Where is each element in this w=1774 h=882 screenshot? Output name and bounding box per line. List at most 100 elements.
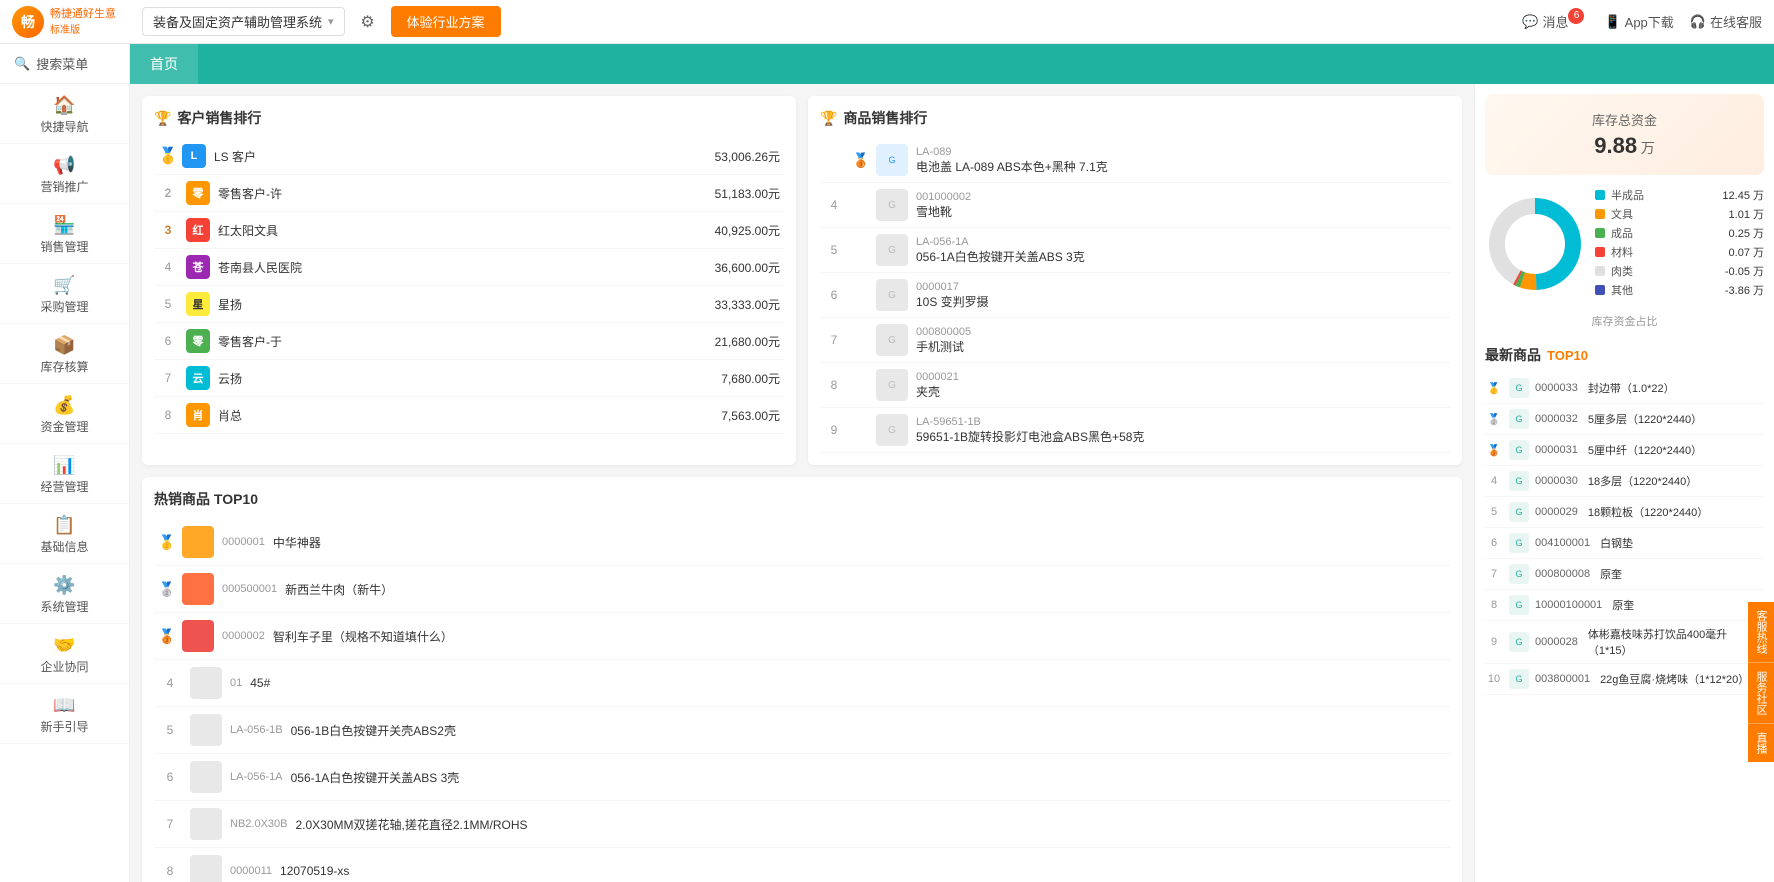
sidebar-item-base-info[interactable]: 📋 基础信息 bbox=[0, 504, 129, 564]
hot-products-title: 热销商品 TOP10 bbox=[154, 489, 1450, 509]
legend-value: 12.45 万 bbox=[1722, 187, 1764, 203]
legend-item: 肉类 -0.05 万 bbox=[1595, 263, 1764, 279]
inventory-total-amount: 9.88 bbox=[1594, 133, 1637, 158]
product-name: 雪地靴 bbox=[916, 203, 1446, 220]
rank-number: 2 bbox=[158, 186, 178, 200]
trial-button[interactable]: 体验行业方案 bbox=[391, 6, 501, 37]
list-item: 🥇 G 0000033 封边带（1.0*22） bbox=[1485, 373, 1764, 404]
table-row: 7 云 云扬 7,680.00元 bbox=[154, 360, 784, 397]
avatar: 肖 bbox=[186, 403, 210, 427]
dashboard: 🏆 客户销售排行 🥇 L LS 客户 53,006.26元 2 bbox=[130, 84, 1774, 882]
product-thumb: G bbox=[876, 234, 908, 266]
table-row: 8 肖 肖总 7,563.00元 bbox=[154, 397, 784, 434]
rank-number: 5 bbox=[824, 243, 844, 257]
product-name: 白钢垫 bbox=[1600, 535, 1633, 551]
product-thumb: G bbox=[1509, 595, 1529, 615]
sidebar-item-marketing[interactable]: 📢 营销推广 bbox=[0, 144, 129, 204]
message-button[interactable]: 💬 消息 6 bbox=[1522, 12, 1588, 31]
customer-service-button[interactable]: 🎧 在线客服 bbox=[1690, 12, 1762, 31]
product-thumb: G bbox=[876, 324, 908, 356]
product-thumb: G bbox=[1509, 632, 1529, 652]
sidebar-item-operations[interactable]: 📊 经营管理 bbox=[0, 444, 129, 504]
sidebar-item-cooperation[interactable]: 🤝 企业协同 bbox=[0, 624, 129, 684]
product-thumb: G bbox=[1509, 378, 1529, 398]
legend-value: 0.25 万 bbox=[1729, 225, 1764, 241]
system-selector[interactable]: 装备及固定资产辅助管理系统 ▾ bbox=[142, 7, 345, 36]
finance-icon: 💰 bbox=[53, 396, 75, 414]
product-name: 原奎 bbox=[1612, 597, 1634, 613]
list-item: 6 G 004100001 白钢垫 bbox=[1485, 528, 1764, 559]
live-stream-button[interactable]: 直播 bbox=[1748, 724, 1774, 762]
product-code: 0000031 bbox=[1535, 444, 1578, 456]
settings-icon[interactable]: ⚙ bbox=[353, 7, 383, 37]
customer-ranking-table: 🥇 L LS 客户 53,006.26元 2 零 零售客户-许 51,183.0… bbox=[154, 138, 784, 434]
product-sale-ranking-card: 🏆 商品销售排行 🥉 G LA-089 电池盖 LA-089 ABS本色+黑种 bbox=[808, 96, 1462, 465]
search-menu-button[interactable]: 🔍 搜索菜单 bbox=[0, 44, 129, 84]
sidebar: 🔍 搜索菜单 🏠 快捷导航 📢 营销推广 🏪 销售管理 🛒 采购管理 📦 库存核… bbox=[0, 44, 130, 882]
chevron-down-icon: ▾ bbox=[328, 15, 334, 28]
sidebar-item-purchase[interactable]: 🛒 采购管理 bbox=[0, 264, 129, 324]
donut-legend: 半成品 12.45 万 文具 1.01 万 成品 0.25 万 bbox=[1595, 187, 1764, 301]
logo-area: 畅 畅捷通好生意 标准版 bbox=[12, 6, 142, 38]
avatar: 苍 bbox=[186, 255, 210, 279]
rank-number: 🥇 bbox=[1485, 382, 1503, 395]
rank-number: 5 bbox=[158, 297, 178, 311]
table-row: 4 G 001000002 雪地靴 bbox=[820, 183, 1450, 228]
product-name: 电池盖 LA-089 ABS本色+黑种 7.1克 bbox=[916, 158, 1446, 175]
product-name: 手机测试 bbox=[916, 338, 1446, 355]
product-code: LA-59651-1B bbox=[916, 416, 1446, 428]
sidebar-item-guide[interactable]: 📖 新手引导 bbox=[0, 684, 129, 744]
legend-name: 材料 bbox=[1611, 244, 1723, 260]
inventory-total-label: 库存总资金 bbox=[1501, 110, 1748, 129]
legend-value: -3.86 万 bbox=[1725, 282, 1764, 298]
service-community-button[interactable]: 服务社区 bbox=[1748, 663, 1774, 724]
customer-amount: 33,333.00元 bbox=[715, 296, 780, 313]
rank-number: 4 bbox=[158, 676, 182, 690]
top-bar: 畅 畅捷通好生意 标准版 装备及固定资产辅助管理系统 ▾ ⚙ 体验行业方案 💬 … bbox=[0, 0, 1774, 44]
product-code: 0000028 bbox=[1535, 636, 1578, 648]
sidebar-item-finance[interactable]: 💰 资金管理 bbox=[0, 384, 129, 444]
rank-number: 7 bbox=[824, 333, 844, 347]
rank-number: 4 bbox=[824, 198, 844, 212]
rank-number: 9 bbox=[1485, 636, 1503, 648]
rank-number: 8 bbox=[158, 864, 182, 878]
product-name: 056-1A白色按键开关盖ABS 3壳 bbox=[291, 769, 460, 786]
product-thumb: G bbox=[1509, 409, 1529, 429]
list-item: 🥇 0000001 中华神器 bbox=[154, 519, 1450, 566]
sidebar-item-sales[interactable]: 🏪 销售管理 bbox=[0, 204, 129, 264]
product-name: 2.0X30MM双搓花轴,搓花直径2.1MM/ROHS bbox=[295, 816, 527, 833]
product-name: 封边带（1.0*22） bbox=[1588, 380, 1675, 396]
medal-icon: 🥉 bbox=[158, 628, 174, 645]
sidebar-item-inventory[interactable]: 📦 库存核算 bbox=[0, 324, 129, 384]
rank-number: 4 bbox=[1485, 475, 1503, 487]
customer-hotline-button[interactable]: 客服热线 bbox=[1748, 602, 1774, 663]
table-row: 🥉 G LA-089 电池盖 LA-089 ABS本色+黑种 7.1克 bbox=[820, 138, 1450, 183]
avatar: L bbox=[182, 144, 206, 168]
legend-item: 半成品 12.45 万 bbox=[1595, 187, 1764, 203]
product-code: 0000029 bbox=[1535, 506, 1578, 518]
legend-value: -0.05 万 bbox=[1725, 263, 1764, 279]
product-thumb: G bbox=[1509, 533, 1529, 553]
list-item: 5 LA-056-1B 056-1B白色按键开关壳ABS2壳 bbox=[154, 707, 1450, 754]
avatar: 云 bbox=[186, 366, 210, 390]
customer-amount: 40,925.00元 bbox=[715, 222, 780, 239]
product-thumb bbox=[182, 573, 214, 605]
rank-number: 🥈 bbox=[1485, 413, 1503, 426]
customer-amount: 36,600.00元 bbox=[715, 259, 780, 276]
table-row: 🥇 L LS 客户 53,006.26元 bbox=[154, 138, 784, 175]
content-area: 首页 🏆 客户销售排行 🥇 bbox=[130, 44, 1774, 882]
customer-amount: 7,563.00元 bbox=[721, 407, 780, 424]
product-code: LA-089 bbox=[916, 146, 1446, 158]
sidebar-item-quick-nav[interactable]: 🏠 快捷导航 bbox=[0, 84, 129, 144]
table-row: 4 苍 苍南县人民医院 36,600.00元 bbox=[154, 249, 784, 286]
list-item: 🥉 0000002 智利车子里（规格不知道填什么） bbox=[154, 613, 1450, 660]
product-name: 原奎 bbox=[1600, 566, 1622, 582]
product-info: LA-056-1A 056-1A白色按键开关盖ABS 3克 bbox=[916, 236, 1446, 265]
rank-number: 6 bbox=[824, 288, 844, 302]
product-name: 22g鱼豆腐·烧烤味（1*12*20） bbox=[1600, 671, 1749, 687]
sidebar-item-system[interactable]: ⚙️ 系统管理 bbox=[0, 564, 129, 624]
app-download-button[interactable]: 📱 App下载 bbox=[1604, 12, 1673, 31]
list-item: 8 G 10000100001 原奎 bbox=[1485, 590, 1764, 621]
legend-value: 0.07 万 bbox=[1729, 244, 1764, 260]
tab-home[interactable]: 首页 bbox=[130, 44, 198, 84]
